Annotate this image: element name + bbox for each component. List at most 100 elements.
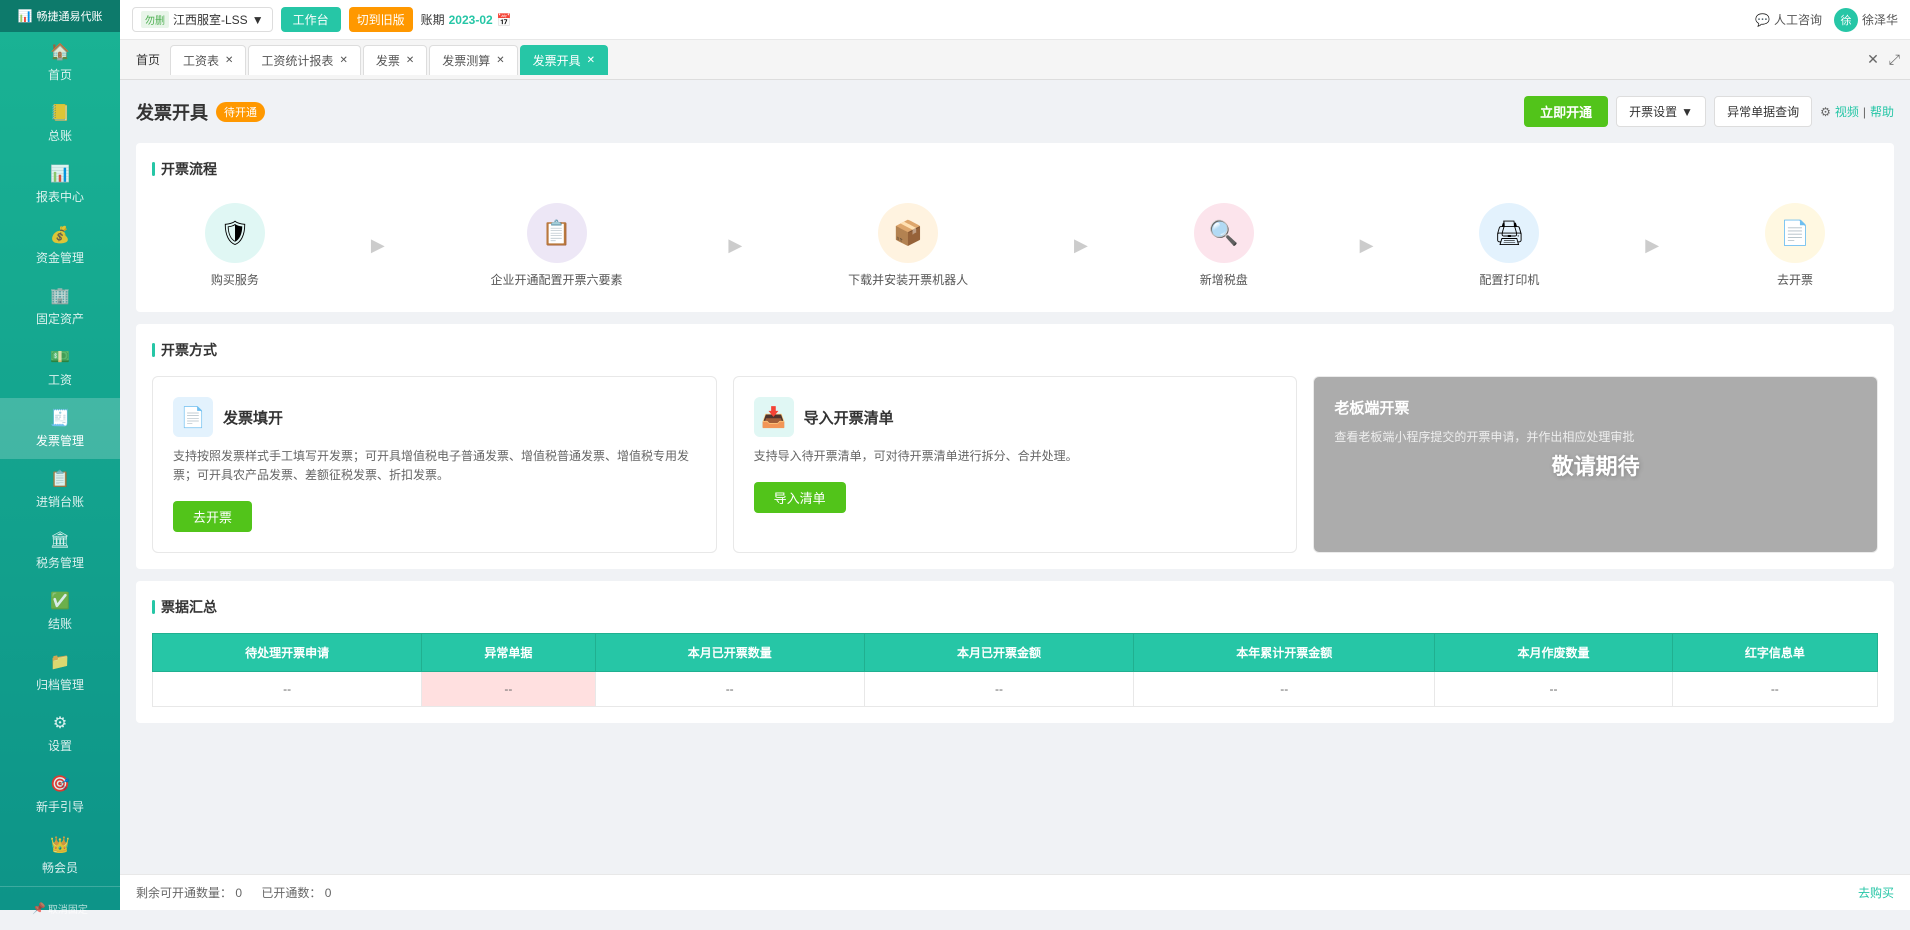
consult-button[interactable]: 💬 人工咨询 xyxy=(1755,11,1822,28)
sidebar-item-label: 进销台账 xyxy=(36,493,84,510)
close-all-button[interactable]: ✕ xyxy=(1865,49,1881,70)
sidebar-item-invoice[interactable]: 🧾 发票管理 xyxy=(0,398,120,459)
sidebar-item-settings[interactable]: ⚙ 设置 xyxy=(0,703,120,764)
tab-home[interactable]: 首页 xyxy=(128,45,168,74)
import-list-button[interactable]: 导入清单 xyxy=(754,482,846,513)
method-card-import: 📥 导入开票清单 支持导入待开票清单，可对待开票清单进行拆分、合并处理。 导入清… xyxy=(733,376,1298,553)
bottom-bar-info: 剩余可开通数量： 0 已开通数： 0 xyxy=(136,884,331,901)
tabbar: 首页 工资表 ✕ 工资统计报表 ✕ 发票 ✕ 发票测算 ✕ 发票开具 ✕ xyxy=(120,40,1910,80)
username: 徐泽华 xyxy=(1862,11,1898,28)
purchase-icon: 📋 xyxy=(50,469,70,489)
summary-header-month-count: 本月已开票数量 xyxy=(595,634,864,672)
abnormal-query-button[interactable]: 异常单据查询 xyxy=(1714,96,1812,127)
sidebar-item-payroll[interactable]: 💵 工资 xyxy=(0,337,120,398)
tab-invoice-open-close[interactable]: ✕ xyxy=(587,55,595,66)
settings-icon: ⚙ xyxy=(1820,105,1831,119)
archive-icon: 📁 xyxy=(50,652,70,672)
company-name: 江西服室-LSS xyxy=(173,11,248,28)
manual-fill-button[interactable]: 去开票 xyxy=(173,501,252,532)
sidebar-item-member[interactable]: 👑 畅会员 xyxy=(0,825,120,886)
flow-step-printer[interactable]: 🖨 配置打印机 xyxy=(1479,203,1539,288)
import-list-icon: 📥 xyxy=(754,397,794,437)
payroll-icon: 💵 xyxy=(50,347,70,367)
tab-invoice-manage-label: 发票 xyxy=(376,52,400,69)
oldver-button[interactable]: 切到旧版 xyxy=(349,7,413,32)
settlement-icon: ✅ xyxy=(50,591,70,611)
help-label[interactable]: 帮助 xyxy=(1870,103,1894,120)
tab-invoice-calc-close[interactable]: ✕ xyxy=(496,55,504,66)
logo-text: 畅捷通易代账 xyxy=(36,8,102,24)
methods-section: 开票方式 📄 发票填开 支持按照发票样式手工填写开发票；可开具增值税电子普通发票… xyxy=(136,324,1894,569)
consult-label: 人工咨询 xyxy=(1774,11,1822,28)
user-avatar: 徐 xyxy=(1834,8,1858,32)
company-tag: 勿删 xyxy=(141,11,169,28)
sidebar-item-label: 归档管理 xyxy=(36,676,84,693)
printer-label: 配置打印机 xyxy=(1479,271,1539,288)
sidebar-item-capital[interactable]: 💰 资金管理 xyxy=(0,215,120,276)
workbench-button[interactable]: 工作台 xyxy=(281,7,341,32)
buy-link[interactable]: 去购买 xyxy=(1858,884,1894,901)
buy-service-icon: 🛡 xyxy=(205,203,265,263)
sidebar-item-label: 资金管理 xyxy=(36,249,84,266)
boss-desc: 查看老板端小程序提交的开票申请，并作出相应处理审批 xyxy=(1334,428,1857,447)
download-icon: 📦 xyxy=(878,203,938,263)
tab-salary-table-close[interactable]: ✕ xyxy=(225,55,233,66)
summary-cell-pending: -- xyxy=(153,672,422,707)
open-settings-button[interactable]: 开票设置 ▼ xyxy=(1616,96,1706,127)
flow-step-taxdisk[interactable]: 🔍 新增税盘 xyxy=(1194,203,1254,288)
sidebar-item-assets[interactable]: 🏢 固定资产 xyxy=(0,276,120,337)
tab-salary-report[interactable]: 工资统计报表 ✕ xyxy=(248,45,360,75)
tab-invoice-manage[interactable]: 发票 ✕ xyxy=(363,45,427,75)
methods-section-title: 开票方式 xyxy=(152,340,1878,360)
assets-icon: 🏢 xyxy=(50,286,70,306)
sidebar-item-ledger[interactable]: 📒 总账 xyxy=(0,93,120,154)
page-header: 发票开具 待开通 立即开通 开票设置 ▼ 异常单据查询 ⚙ 视频 | 帮助 xyxy=(136,96,1894,127)
flow-step-download[interactable]: 📦 下载并安装开票机器人 xyxy=(848,203,968,288)
period-calendar-icon[interactable]: 📅 xyxy=(497,13,512,27)
summary-data-row: -- -- -- -- -- -- -- xyxy=(153,672,1878,707)
tab-invoice-open[interactable]: 发票开具 ✕ xyxy=(520,45,608,75)
tab-invoice-manage-close[interactable]: ✕ xyxy=(406,55,414,66)
sidebar-item-reports[interactable]: 📊 报表中心 xyxy=(0,154,120,215)
sidebar-item-label: 固定资产 xyxy=(36,310,84,327)
maximize-button[interactable]: ⤢ xyxy=(1887,49,1902,70)
manual-fill-icon: 📄 xyxy=(173,397,213,437)
summary-header-abnormal: 异常单据 xyxy=(422,634,595,672)
content-area: 发票开具 待开通 立即开通 开票设置 ▼ 异常单据查询 ⚙ 视频 | 帮助 xyxy=(120,80,1910,874)
sidebar-item-label: 税务管理 xyxy=(36,554,84,571)
summary-header-month-amount: 本月已开票金额 xyxy=(864,634,1133,672)
sidebar-item-label: 首页 xyxy=(48,66,72,83)
flow-arrow-5: ▶ xyxy=(1645,235,1659,256)
status-badge: 待开通 xyxy=(216,102,265,122)
sidebar-item-tax[interactable]: 🏛 税务管理 xyxy=(0,520,120,581)
guide-icon: 🎯 xyxy=(50,774,70,794)
tab-salary-table[interactable]: 工资表 ✕ xyxy=(170,45,246,75)
ledger-icon: 📒 xyxy=(50,103,70,123)
sidebar-item-purchase[interactable]: 📋 进销台账 xyxy=(0,459,120,520)
start-invoice-label: 去开票 xyxy=(1777,271,1813,288)
bottom-bar: 剩余可开通数量： 0 已开通数： 0 去购买 xyxy=(120,874,1910,910)
open-now-button[interactable]: 立即开通 xyxy=(1524,96,1608,127)
tabbar-right: ✕ ⤢ xyxy=(1865,49,1902,70)
flow-step-buy[interactable]: 🛡 购买服务 xyxy=(205,203,265,288)
sidebar-item-archive[interactable]: 📁 归档管理 xyxy=(0,642,120,703)
company-selector[interactable]: 勿删 江西服室-LSS ▼ xyxy=(132,7,273,32)
summary-header-void-count: 本月作废数量 xyxy=(1435,634,1672,672)
method-card-manual-header: 📄 发票填开 xyxy=(173,397,696,437)
summary-table-head: 待处理开票申请 异常单据 本月已开票数量 本月已开票金额 本年累计开票金额 本月… xyxy=(153,634,1878,672)
tab-salary-report-close[interactable]: ✕ xyxy=(339,55,347,66)
company-dropdown-icon: ▼ xyxy=(252,13,264,27)
sidebar-item-guide[interactable]: 🎯 新手引导 xyxy=(0,764,120,825)
consult-icon: 💬 xyxy=(1755,13,1770,27)
sidebar-item-settlement[interactable]: ✅ 结账 xyxy=(0,581,120,642)
sidebar-item-home[interactable]: 🏠 首页 xyxy=(0,32,120,93)
flow-step-configure[interactable]: 📋 企业开通配置开票六要素 xyxy=(491,203,623,288)
sidebar-pin-button[interactable]: 📌 取消固定 xyxy=(0,895,120,922)
user-menu[interactable]: 徐 徐泽华 xyxy=(1834,8,1898,32)
sidebar-item-label: 报表中心 xyxy=(36,188,84,205)
flow-step-start[interactable]: 📄 去开票 xyxy=(1765,203,1825,288)
video-help-label[interactable]: 视频 xyxy=(1835,103,1859,120)
tax-icon: 🏛 xyxy=(50,530,70,550)
tab-invoice-calc[interactable]: 发票测算 ✕ xyxy=(429,45,517,75)
summary-header-pending: 待处理开票申请 xyxy=(153,634,422,672)
